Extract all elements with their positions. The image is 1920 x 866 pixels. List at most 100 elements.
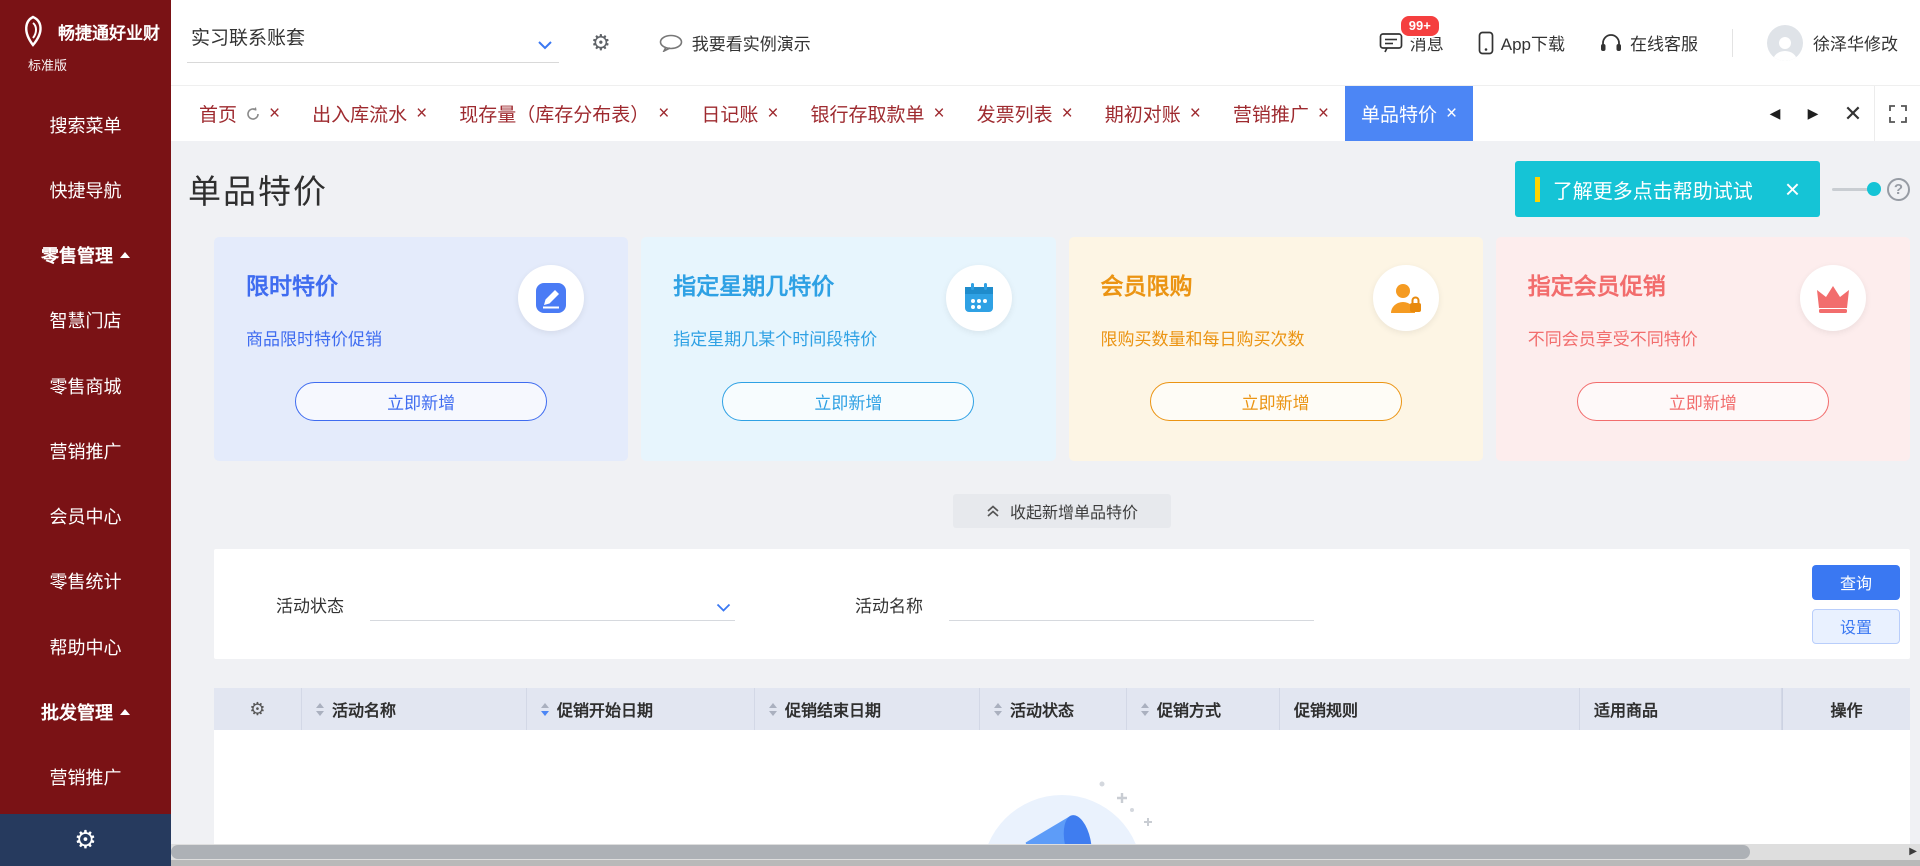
tab-opening-check[interactable]: 期初对账 × (1089, 86, 1217, 141)
tabs-close-all-button[interactable]: ✕ (1832, 101, 1874, 127)
tabs-scroll-right-button[interactable]: ▶ (1794, 105, 1832, 122)
column-promo-rule[interactable]: 促销规则 (1280, 688, 1580, 730)
tab-marketing[interactable]: 营销推广 × (1217, 86, 1345, 141)
tab-close-icon[interactable]: × (1062, 103, 1073, 125)
sidebar-item-wholesale-marketing[interactable]: 营销推广 (0, 745, 171, 810)
outer-scrollbar-track[interactable] (171, 860, 1920, 866)
column-promo-method[interactable]: 促销方式 (1127, 688, 1280, 730)
add-member-promo-button[interactable]: 立即新增 (1576, 382, 1829, 421)
tab-stock-distribution[interactable]: 现存量（库存分布表） × (443, 86, 685, 141)
scrollbar-thumb[interactable] (171, 845, 1750, 859)
brand-area: 畅捷通好业财 标准版 (0, 0, 171, 86)
sidebar-item-label: 零售统计 (49, 572, 122, 593)
query-button[interactable]: 查询 (1812, 564, 1900, 600)
tab-home[interactable]: 首页 × (183, 86, 296, 141)
column-actions[interactable]: 操作 (1782, 688, 1910, 730)
scrollbar-right-arrow[interactable]: ▶ (1909, 846, 1917, 857)
tab-close-icon[interactable]: × (269, 103, 280, 125)
column-activity-name[interactable]: 活动名称 (302, 688, 527, 730)
tab-close-icon[interactable]: × (1446, 103, 1457, 125)
online-service-label: 在线客服 (1630, 35, 1698, 54)
tab-inout-flow[interactable]: 出入库流水 × (296, 86, 443, 141)
tab-label: 期初对账 (1104, 105, 1181, 126)
demo-link[interactable]: 我要看实例演示 (659, 30, 811, 55)
sidebar-item-quick-nav[interactable]: 快捷导航 (0, 157, 171, 222)
sort-icon[interactable] (994, 702, 1002, 716)
sidebar-item-retail-mall[interactable]: 零售商城 (0, 353, 171, 418)
tab-label: 银行存取款单 (810, 105, 925, 126)
banner-close-icon[interactable]: × (1785, 176, 1800, 202)
tab-close-icon[interactable]: × (934, 103, 945, 125)
sidebar-item-search-menu[interactable]: 搜索菜单 (0, 92, 171, 157)
sidebar-item-member-center[interactable]: 会员中心 (0, 484, 171, 549)
sidebar-item-marketing[interactable]: 营销推广 (0, 418, 171, 483)
app-download-button[interactable]: App下载 (1478, 30, 1565, 55)
chevron-down-icon (537, 40, 553, 50)
sort-icon[interactable] (769, 702, 777, 716)
account-settings-gear-button[interactable]: ⚙ (591, 30, 611, 56)
messages-button[interactable]: 消息 99+ (1379, 14, 1444, 55)
sidebar-item-smart-store[interactable]: 智慧门店 (0, 288, 171, 353)
filter-panel: 活动状态 活动名称 查询 设置 (214, 549, 1910, 659)
column-promo-start-date[interactable]: 促销开始日期 (527, 688, 755, 730)
sidebar-group-label: 零售管理 (41, 246, 113, 267)
sort-icon[interactable] (316, 702, 324, 716)
page-head-right: 了解更多点击帮助试试 × ? (1514, 161, 1910, 217)
app-download-label: App下载 (1500, 35, 1565, 54)
sidebar-item-label: 营销推广 (49, 768, 122, 789)
brand-logo-icon (16, 14, 50, 48)
tab-invoice-list[interactable]: 发票列表 × (961, 86, 1089, 141)
brand-edition: 标准版 (28, 58, 68, 73)
promo-cards: 限时特价 商品限时特价促销 立即新增 指定星期几特价 指定星期几某个时间段特价 … (214, 237, 1910, 461)
user-menu[interactable]: 徐泽华修改 (1767, 24, 1898, 61)
card-weekday-special: 指定星期几特价 指定星期几某个时间段特价 立即新增 (641, 237, 1056, 461)
tab-close-icon[interactable]: × (658, 103, 669, 125)
activity-status-select[interactable] (370, 587, 735, 621)
column-activity-status[interactable]: 活动状态 (980, 688, 1127, 730)
tabbar: 首页 × 出入库流水 × 现存量（库存分布表） × 日记账 × 银行存取款单 × 发票列… (171, 86, 1920, 141)
tab-single-item-special[interactable]: 单品特价 × (1345, 86, 1474, 141)
add-weekday-special-button[interactable]: 立即新增 (722, 382, 975, 421)
sidebar-item-help-center[interactable]: 帮助中心 (0, 614, 171, 679)
column-settings-gear-button[interactable]: ⚙ (214, 688, 302, 730)
horizontal-scrollbar[interactable]: ▶ (171, 844, 1920, 860)
sort-icon[interactable] (541, 702, 549, 716)
tab-close-icon[interactable]: × (1318, 103, 1329, 125)
sidebar-group-wholesale[interactable]: 批发管理 (0, 679, 171, 744)
sidebar-item-retail-stats[interactable]: 零售统计 (0, 549, 171, 614)
help-banner[interactable]: 了解更多点击帮助试试 × (1514, 161, 1820, 217)
tab-label: 发票列表 (976, 105, 1053, 126)
sidebar: 畅捷通好业财 标准版 搜索菜单 快捷导航 零售管理 智慧门店 零售商城 营销推广… (0, 0, 171, 866)
tab-refresh-icon[interactable] (246, 106, 260, 121)
help-toggle-slider[interactable] (1832, 181, 1881, 196)
fullscreen-button[interactable] (1874, 86, 1920, 141)
sidebar-group-retail[interactable]: 零售管理 (0, 223, 171, 288)
sort-icon[interactable] (1141, 702, 1149, 716)
tabs-scroll-left-button[interactable]: ◀ (1756, 105, 1794, 122)
sidebar-item-label: 营销推广 (49, 441, 122, 462)
add-member-limit-button[interactable]: 立即新增 (1149, 382, 1402, 421)
collapse-caret-icon (120, 252, 130, 259)
column-promo-end-date[interactable]: 促销结束日期 (755, 688, 980, 730)
activity-name-input[interactable] (949, 587, 1314, 621)
sidebar-item-label: 会员中心 (49, 507, 122, 528)
tab-close-icon[interactable]: × (767, 103, 778, 125)
tab-close-icon[interactable]: × (1190, 103, 1201, 125)
card-time-limited-special: 限时特价 商品限时特价促销 立即新增 (214, 237, 629, 461)
chevron-down-icon (716, 603, 731, 612)
tab-journal[interactable]: 日记账 × (685, 86, 794, 141)
add-time-limited-button[interactable]: 立即新增 (295, 382, 548, 421)
account-set-select[interactable]: 实习联系账套 (187, 23, 559, 63)
tab-bank-voucher[interactable]: 银行存取款单 × (795, 86, 961, 141)
help-question-icon[interactable]: ? (1887, 177, 1910, 201)
double-chevron-up-icon (986, 504, 1000, 518)
online-service-button[interactable]: 在线客服 (1599, 30, 1698, 55)
topbar-right: 消息 99+ App下载 在线客服 徐泽华修改 (1379, 14, 1898, 61)
tab-close-icon[interactable]: × (416, 103, 427, 125)
collapse-new-promo-button[interactable]: 收起新增单品特价 (953, 494, 1171, 528)
sidebar-settings-button[interactable]: ⚙ (0, 814, 171, 866)
headset-icon (1599, 32, 1623, 54)
settings-button[interactable]: 设置 (1812, 608, 1900, 644)
banner-accent-bar (1534, 176, 1540, 202)
column-applicable-goods[interactable]: 适用商品 (1580, 688, 1782, 730)
